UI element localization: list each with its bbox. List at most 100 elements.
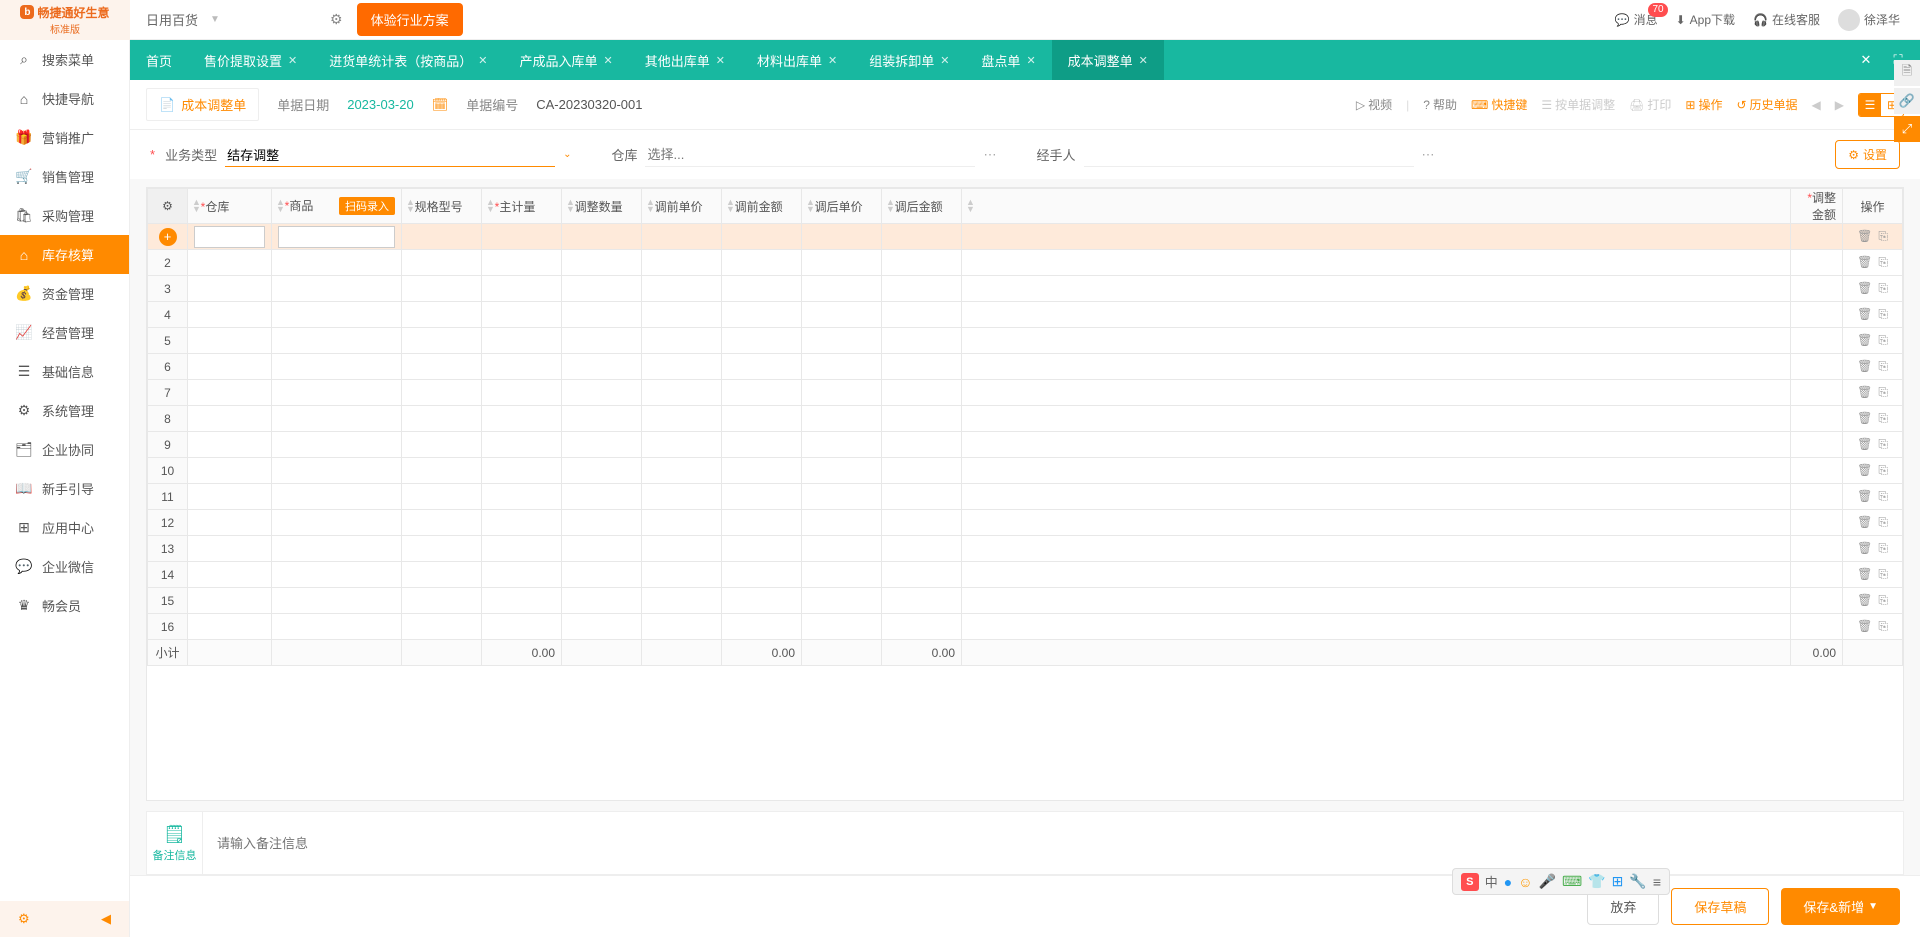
copy-row-icon[interactable]: ⎘ [1878, 489, 1888, 503]
delete-row-icon[interactable]: 🗑 [1857, 333, 1872, 347]
close-icon[interactable]: ✕ [604, 54, 613, 67]
close-icon[interactable]: ✕ [288, 54, 297, 67]
table-row[interactable]: 11 🗑⎘ [148, 484, 1903, 510]
copy-row-icon[interactable]: ⎘ [1878, 411, 1888, 425]
delete-row-icon[interactable]: 🗑 [1857, 255, 1872, 269]
brand-logo[interactable]: b畅捷通好生意 标准版 [0, 0, 130, 40]
ime-emoji-icon[interactable]: ☺ [1518, 874, 1532, 890]
close-icon[interactable]: ✕ [940, 54, 949, 67]
sidebar-item-10[interactable]: 🗂企业协同 [0, 430, 129, 469]
tab-0[interactable]: 首页 [130, 40, 188, 80]
warehouse-cell-input[interactable] [194, 226, 265, 248]
close-icon[interactable]: ✕ [828, 54, 837, 67]
tab-7[interactable]: 盘点单✕ [965, 40, 1051, 80]
rail-expand-icon[interactable]: ⤢ [1894, 116, 1920, 142]
table-row[interactable]: 13 🗑⎘ [148, 536, 1903, 562]
col-after-price[interactable]: ▲▼ 调后单价 [802, 189, 882, 224]
calendar-icon[interactable]: 🗓 [432, 97, 449, 113]
close-icon[interactable]: ✕ [716, 54, 725, 67]
sidebar-item-11[interactable]: 📖新手引导 [0, 469, 129, 508]
tab-2[interactable]: 进货单统计表（按商品）✕ [313, 40, 503, 80]
tab-8[interactable]: 成本调整单✕ [1052, 40, 1164, 80]
col-warehouse[interactable]: ▲▼ *仓库 [188, 189, 272, 224]
save-draft-button[interactable]: 保存草稿 [1671, 888, 1769, 925]
copy-row-icon[interactable]: ⎘ [1878, 593, 1888, 607]
copy-row-icon[interactable]: ⎘ [1878, 619, 1888, 633]
copy-row-icon[interactable]: ⎘ [1878, 515, 1888, 529]
delete-row-icon[interactable]: 🗑 [1857, 281, 1872, 295]
user-menu[interactable]: 徐泽华 [1838, 9, 1900, 31]
category-select[interactable]: 日用百货 ▼ [130, 10, 330, 29]
remark-input[interactable] [203, 836, 1903, 851]
ime-tool-icon[interactable]: ⊞ [1612, 873, 1624, 890]
copy-row-icon[interactable]: ⎘ [1878, 229, 1888, 243]
delete-row-icon[interactable]: 🗑 [1857, 359, 1872, 373]
date-value[interactable]: 2023-03-20 [347, 97, 414, 112]
save-new-button[interactable]: 保存&新增▼ [1781, 888, 1900, 925]
ime-bar[interactable]: S 中 ● ☺ 🎤 ⌨ 👕 ⊞ 🔧 ≡ [1452, 868, 1670, 895]
table-row[interactable]: 7 🗑⎘ [148, 380, 1903, 406]
delete-row-icon[interactable]: 🗑 [1857, 229, 1872, 243]
copy-row-icon[interactable]: ⎘ [1878, 333, 1888, 347]
settings-icon[interactable]: ⚙ [18, 911, 30, 927]
scan-badge[interactable]: 扫码录入 [339, 197, 395, 215]
prev-doc-icon[interactable]: ◀ [1812, 98, 1821, 112]
col-product[interactable]: ▲▼ *商品扫码录入 [272, 189, 402, 224]
col-adjust-amount[interactable]: *调整金额 [1791, 189, 1843, 224]
table-row[interactable]: 3 🗑⎘ [148, 276, 1903, 302]
close-icon[interactable]: ✕ [1139, 54, 1148, 67]
table-row[interactable]: + 🗑 ⎘ [148, 224, 1903, 250]
table-row[interactable]: 14 🗑⎘ [148, 562, 1903, 588]
ime-punct-icon[interactable]: ● [1504, 874, 1512, 890]
history-action[interactable]: ↺历史单据 [1736, 96, 1797, 113]
chevron-down-icon[interactable]: ⌄ [563, 149, 571, 160]
video-action[interactable]: ▷视频 [1356, 96, 1392, 113]
handler-input[interactable] [1084, 143, 1414, 167]
tab-5[interactable]: 材料出库单✕ [741, 40, 853, 80]
ime-skin-icon[interactable]: 👕 [1588, 873, 1605, 890]
copy-row-icon[interactable]: ⎘ [1878, 541, 1888, 555]
tab-6[interactable]: 组装拆卸单✕ [853, 40, 965, 80]
sidebar-item-13[interactable]: 💬企业微信 [0, 547, 129, 586]
sidebar-item-7[interactable]: 📈经营管理 [0, 313, 129, 352]
operate-action[interactable]: ⊞操作 [1685, 96, 1722, 113]
col-main-qty[interactable]: ▲▼ *主计量 [482, 189, 562, 224]
delete-row-icon[interactable]: 🗑 [1857, 489, 1872, 503]
delete-row-icon[interactable]: 🗑 [1857, 307, 1872, 321]
copy-row-icon[interactable]: ⎘ [1878, 307, 1888, 321]
industry-plan-button[interactable]: 体验行业方案 [357, 3, 463, 36]
biz-type-input[interactable] [225, 143, 555, 167]
sidebar-item-4[interactable]: 🛍采购管理 [0, 196, 129, 235]
delete-row-icon[interactable]: 🗑 [1857, 567, 1872, 581]
col-spec[interactable]: ▲▼ 规格型号 [402, 189, 482, 224]
messages-action[interactable]: 💬 消息 70 [1615, 11, 1658, 28]
tab-3[interactable]: 产成品入库单✕ [503, 40, 628, 80]
copy-row-icon[interactable]: ⎘ [1878, 385, 1888, 399]
sidebar-item-9[interactable]: ⚙系统管理 [0, 391, 129, 430]
ime-lang[interactable]: 中 [1485, 872, 1498, 891]
ime-more-icon[interactable]: ≡ [1653, 874, 1661, 890]
help-action[interactable]: ?帮助 [1423, 96, 1457, 113]
table-row[interactable]: 10 🗑⎘ [148, 458, 1903, 484]
sidebar-item-0[interactable]: ⌕搜索菜单 [0, 40, 129, 79]
rail-note-icon[interactable]: 🗎 [1894, 60, 1920, 86]
sidebar-item-3[interactable]: 🛒销售管理 [0, 157, 129, 196]
delete-row-icon[interactable]: 🗑 [1857, 411, 1872, 425]
copy-row-icon[interactable]: ⎘ [1878, 437, 1888, 451]
table-row[interactable]: 8 🗑⎘ [148, 406, 1903, 432]
ime-settings-icon[interactable]: 🔧 [1629, 873, 1646, 890]
delete-row-icon[interactable]: 🗑 [1857, 385, 1872, 399]
add-row-button[interactable]: + [159, 228, 177, 246]
table-row[interactable]: 2 🗑⎘ [148, 250, 1903, 276]
tab-close-all-icon[interactable]: ✕ [1854, 48, 1878, 72]
more-icon[interactable]: ⋯ [983, 147, 996, 163]
shortcut-action[interactable]: ⌨快捷键 [1471, 96, 1527, 113]
delete-row-icon[interactable]: 🗑 [1857, 437, 1872, 451]
sidebar-item-5[interactable]: ⌂库存核算 [0, 235, 129, 274]
view-list-icon[interactable]: ☰ [1859, 94, 1881, 116]
delete-row-icon[interactable]: 🗑 [1857, 619, 1872, 633]
close-icon[interactable]: ✕ [1026, 54, 1035, 67]
copy-row-icon[interactable]: ⎘ [1878, 255, 1888, 269]
next-doc-icon[interactable]: ▶ [1835, 98, 1844, 112]
table-row[interactable]: 6 🗑⎘ [148, 354, 1903, 380]
